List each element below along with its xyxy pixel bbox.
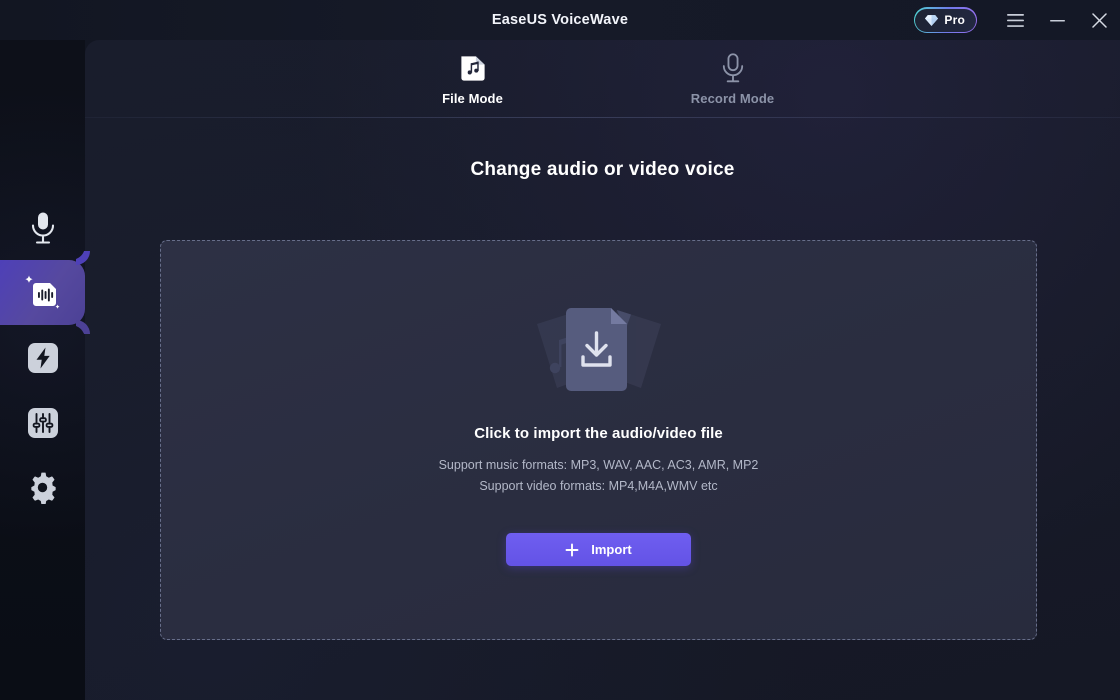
- music-file-icon: [460, 55, 485, 81]
- menu-button[interactable]: [994, 0, 1036, 40]
- dropzone-support-formats: Support music formats: MP3, WAV, AAC, AC…: [439, 455, 759, 497]
- waveform-card-sparkle-icon: [24, 275, 59, 309]
- equalizer-sliders-icon: [27, 407, 58, 438]
- sidebar-item-equalizer[interactable]: [0, 390, 85, 455]
- sidebar-item-ai-voice[interactable]: [0, 260, 85, 325]
- support-music-formats: Support music formats: MP3, WAV, AAC, AC…: [438, 458, 759, 472]
- microphone-icon: [31, 212, 54, 244]
- sidebar-item-settings[interactable]: [0, 455, 85, 520]
- minimize-icon: [1049, 19, 1065, 21]
- lightning-bolt-icon: [27, 342, 58, 373]
- support-video-formats: Support video formats: MP4,M4A,WMV etc: [479, 479, 718, 493]
- plus-icon: [565, 543, 579, 556]
- window-controls: Pro: [914, 0, 1120, 40]
- hamburger-icon: [1006, 13, 1024, 27]
- title-bar: EaseUS VoiceWave Pro: [0, 0, 1120, 40]
- file-dropzone[interactable]: Click to import the audio/video file Sup…: [160, 240, 1037, 640]
- minimize-button[interactable]: [1036, 0, 1078, 40]
- tab-file-mode-label: File Mode: [442, 90, 503, 106]
- microphone-icon: [722, 52, 743, 82]
- gear-icon: [31, 472, 56, 504]
- pro-badge-label: Pro: [944, 13, 965, 27]
- sidebar-item-effects[interactable]: [0, 325, 85, 390]
- gem-icon: [924, 14, 939, 27]
- content-panel: File Mode Record Mode Change audio or vi…: [85, 40, 1120, 700]
- tab-file-mode[interactable]: File Mode: [408, 53, 538, 106]
- page-title: Change audio or video voice: [470, 159, 735, 180]
- sidebar-items: [0, 195, 85, 520]
- sidebar: [0, 40, 85, 700]
- stacked-files-download-icon: [536, 308, 661, 391]
- import-button-label: Import: [591, 542, 632, 557]
- app-window: EaseUS VoiceWave Pro File Mode Record Mo…: [0, 0, 1120, 700]
- dropzone-title: Click to import the audio/video file: [474, 425, 723, 442]
- close-icon: [1091, 12, 1107, 28]
- app-title: EaseUS VoiceWave: [491, 12, 629, 28]
- tab-record-mode[interactable]: Record Mode: [668, 52, 798, 106]
- mode-tabs: File Mode Record Mode: [85, 40, 1120, 118]
- tab-record-mode-label: Record Mode: [690, 90, 775, 106]
- import-button[interactable]: Import: [506, 533, 691, 566]
- close-button[interactable]: [1078, 0, 1120, 40]
- pro-badge-button[interactable]: Pro: [914, 7, 977, 33]
